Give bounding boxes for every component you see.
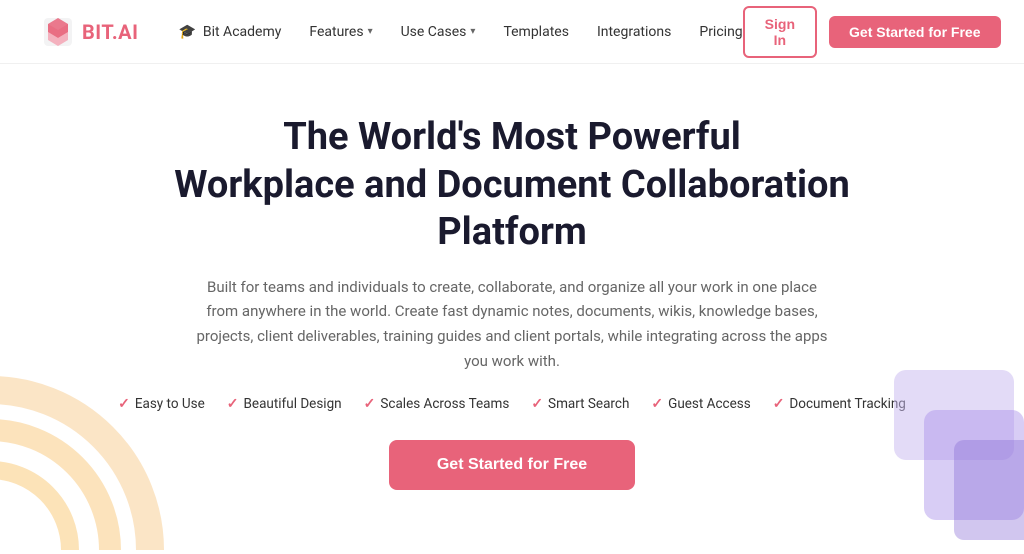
feature-smart-search: ✓ Smart Search [531,396,629,412]
feature-guest-access: ✓ Guest Access [651,396,750,412]
hero-section: The World's Most Powerful Workplace and … [0,64,1024,530]
feature-beautiful-design: ✓ Beautiful Design [227,396,342,412]
hero-subtitle: Built for teams and individuals to creat… [192,275,832,374]
nav-use-cases[interactable]: Use Cases ▾ [401,24,476,40]
check-icon-3: ✓ [364,396,376,412]
nav-get-started-button[interactable]: Get Started for Free [829,16,1000,48]
nav-integrations[interactable]: Integrations [597,24,671,40]
navbar: BIT.AI 🎓 Bit Academy Features ▾ Use Case… [0,0,1024,64]
logo[interactable]: BIT.AI [40,14,138,50]
nav-actions: Sign In Get Started for Free [743,6,1001,58]
features-chevron-icon: ▾ [368,26,373,37]
check-icon-5: ✓ [651,396,663,412]
check-icon-4: ✓ [531,396,543,412]
nav-academy[interactable]: 🎓 Bit Academy [178,24,281,40]
signin-button[interactable]: Sign In [743,6,817,58]
nav-pricing[interactable]: Pricing [699,24,742,40]
academy-hat-icon: 🎓 [178,24,195,40]
use-cases-chevron-icon: ▾ [470,26,475,37]
logo-icon [40,14,76,50]
feature-scales-across-teams: ✓ Scales Across Teams [364,396,510,412]
nav-links: 🎓 Bit Academy Features ▾ Use Cases ▾ Tem… [178,24,742,40]
decorative-arcs-left [0,330,190,550]
check-icon-6: ✓ [773,396,785,412]
nav-features[interactable]: Features ▾ [309,24,372,40]
nav-templates[interactable]: Templates [503,24,569,40]
check-icon-2: ✓ [227,396,239,412]
logo-text: BIT.AI [82,20,138,44]
features-list: ✓ Easy to Use ✓ Beautiful Design ✓ Scale… [118,396,906,412]
hero-get-started-button[interactable]: Get Started for Free [389,440,635,490]
decorative-shape-right [834,360,1024,540]
hero-title: The World's Most Powerful Workplace and … [162,114,862,257]
